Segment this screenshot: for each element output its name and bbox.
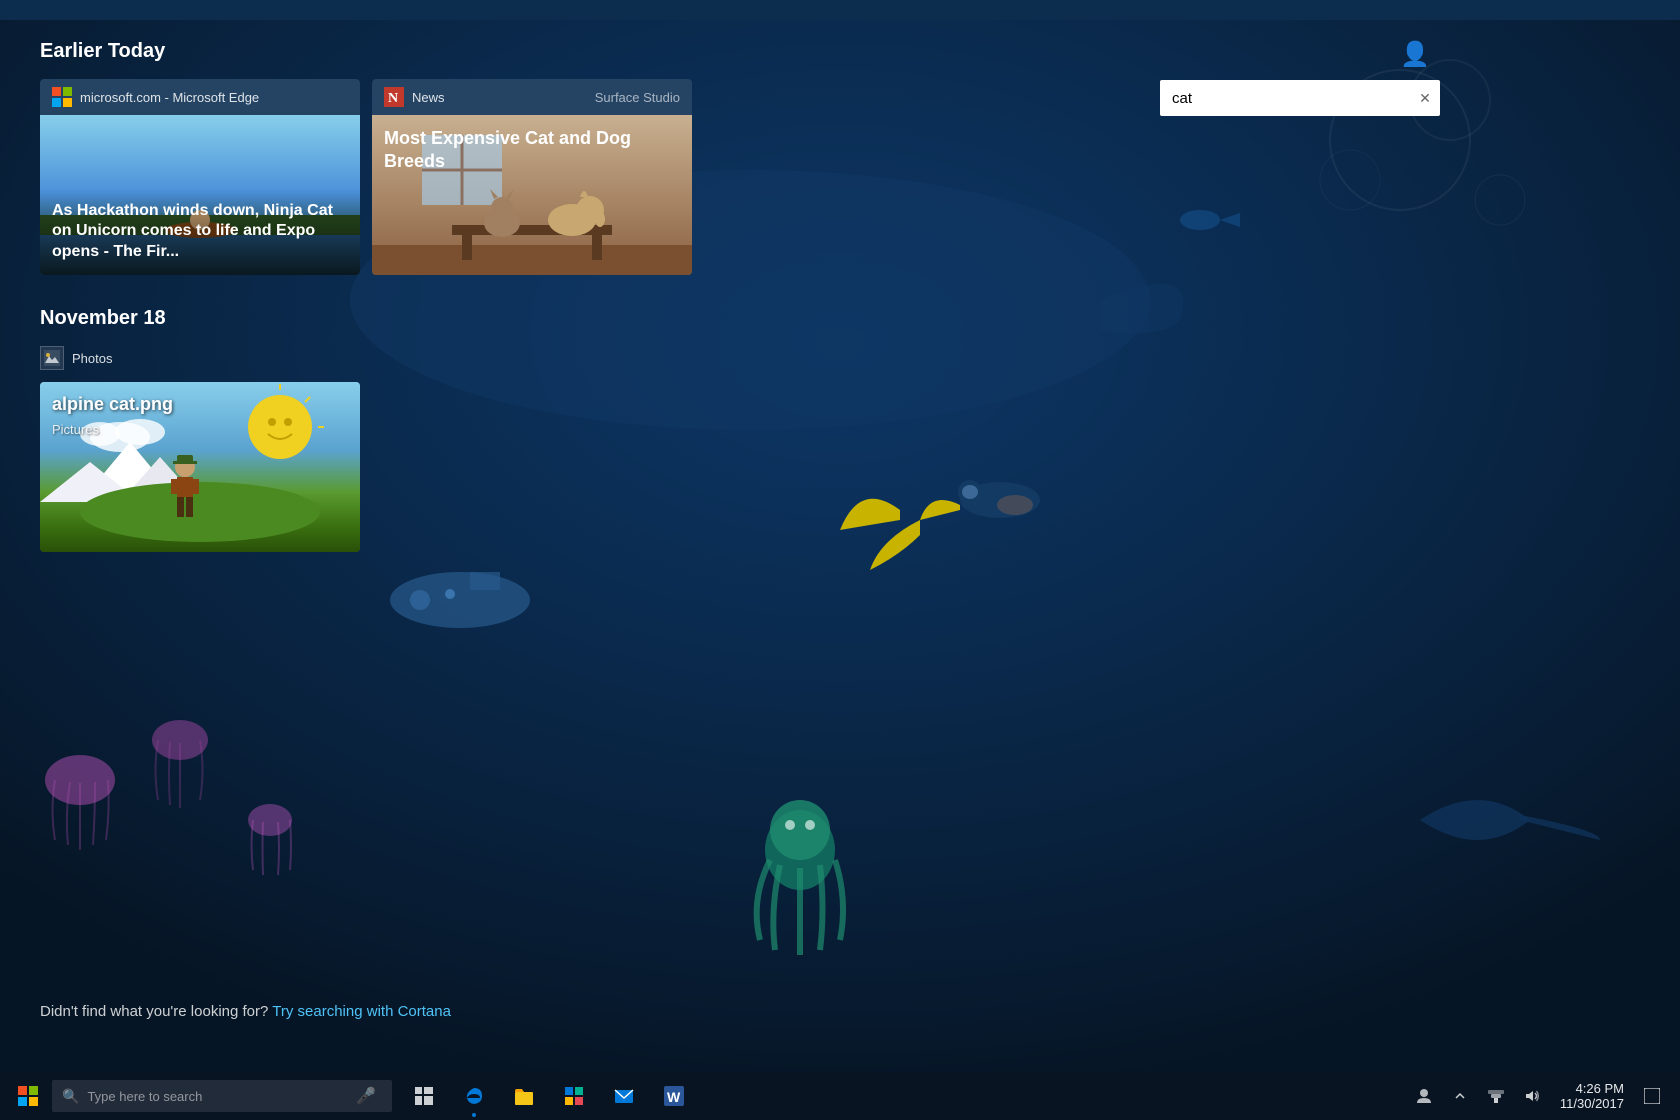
network-icon bbox=[1488, 1088, 1504, 1104]
taskbar-search-icon: 🔍 bbox=[62, 1088, 79, 1105]
november-title: November 18 bbox=[40, 307, 1640, 330]
november-section: November 18 Photos bbox=[40, 307, 1640, 552]
taskbar-date: 11/30/2017 bbox=[1560, 1096, 1624, 1111]
windows-logo bbox=[18, 1086, 38, 1106]
mail-icon bbox=[614, 1086, 634, 1106]
taskbar-mail[interactable] bbox=[600, 1072, 648, 1120]
taskbar-time: 4:26 PM bbox=[1576, 1081, 1624, 1096]
taskbar-chevron-icon[interactable] bbox=[1444, 1080, 1476, 1112]
news-card[interactable]: N News Surface Studio bbox=[372, 79, 692, 275]
taskbar-edge[interactable] bbox=[450, 1072, 498, 1120]
microsoft-icon bbox=[52, 87, 72, 107]
taskbar-system-tray: 4:26 PM 11/30/2017 bbox=[1408, 1072, 1676, 1120]
explorer-icon bbox=[514, 1086, 534, 1106]
win-logo-green bbox=[29, 1086, 38, 1095]
photos-header: Photos bbox=[40, 346, 1640, 370]
edge-card-title: As Hackathon winds down, Ninja Cat on Un… bbox=[52, 201, 348, 263]
edge-card-app-name: microsoft.com - Microsoft Edge bbox=[80, 90, 259, 105]
cortana-search-link[interactable]: Try searching with Cortana bbox=[272, 1003, 451, 1020]
taskbar-volume-icon[interactable] bbox=[1516, 1080, 1548, 1112]
taskbar-apps: W bbox=[400, 1072, 698, 1120]
taskbar-people-icon[interactable] bbox=[1408, 1080, 1440, 1112]
taskbar-network-icon[interactable] bbox=[1480, 1080, 1512, 1112]
taskbar-task-view[interactable] bbox=[400, 1072, 448, 1120]
edge-card-header: microsoft.com - Microsoft Edge bbox=[40, 79, 360, 115]
chevron-icon bbox=[1455, 1091, 1465, 1101]
people-icon bbox=[1416, 1088, 1432, 1104]
photos-label: Photos bbox=[72, 351, 112, 366]
volume-icon bbox=[1524, 1088, 1540, 1104]
taskbar-explorer[interactable] bbox=[500, 1072, 548, 1120]
start-button[interactable] bbox=[4, 1072, 52, 1120]
news-card-thumbnail: Most Expensive Cat and Dog Breeds bbox=[372, 115, 692, 275]
news-card-subtitle: Surface Studio bbox=[595, 90, 680, 105]
alpine-card-subtitle: Pictures bbox=[52, 422, 99, 437]
task-view-icon bbox=[415, 1087, 433, 1105]
taskbar-notification-icon[interactable] bbox=[1636, 1072, 1668, 1120]
news-icon: N bbox=[384, 87, 404, 107]
svg-text:N: N bbox=[388, 91, 398, 106]
taskbar-store[interactable] bbox=[550, 1072, 598, 1120]
alpine-scene: alpine cat.png Pictures bbox=[40, 382, 360, 552]
news-card-header: N News Surface Studio bbox=[372, 79, 692, 115]
photos-icon bbox=[40, 346, 64, 370]
taskbar-clock[interactable]: 4:26 PM 11/30/2017 bbox=[1552, 1081, 1632, 1111]
news-card-app-name: News bbox=[412, 90, 445, 105]
earlier-today-cards: microsoft.com - Microsoft Edge bbox=[40, 79, 1640, 275]
taskbar-search-bar[interactable]: 🔍 Type here to search 🎤 bbox=[52, 1080, 392, 1112]
word-icon: W bbox=[664, 1086, 684, 1106]
news-card-title: Most Expensive Cat and Dog Breeds bbox=[384, 127, 680, 174]
earlier-today-section: Earlier Today microsoft.com - Microsoft … bbox=[40, 40, 1640, 275]
alpine-cat-card[interactable]: alpine cat.png Pictures bbox=[40, 382, 360, 552]
bottom-notice-text: Didn't find what you're looking for? bbox=[40, 1003, 268, 1020]
store-icon bbox=[564, 1086, 584, 1106]
notification-icon bbox=[1644, 1088, 1660, 1104]
news-scene: Most Expensive Cat and Dog Breeds bbox=[372, 115, 692, 275]
main-content: Earlier Today microsoft.com - Microsoft … bbox=[0, 0, 1680, 1080]
taskbar-search-placeholder: Type here to search bbox=[87, 1089, 202, 1104]
win-logo-red bbox=[18, 1086, 27, 1095]
edge-card-thumbnail: As Hackathon winds down, Ninja Cat on Un… bbox=[40, 115, 360, 275]
taskbar-word[interactable]: W bbox=[650, 1072, 698, 1120]
taskbar: 🔍 Type here to search 🎤 bbox=[0, 1072, 1680, 1120]
edge-card-title-overlay: As Hackathon winds down, Ninja Cat on Un… bbox=[40, 189, 360, 275]
bottom-notice: Didn't find what you're looking for? Try… bbox=[40, 1003, 451, 1020]
win-logo-yellow bbox=[29, 1097, 38, 1106]
edge-active-indicator bbox=[472, 1113, 476, 1117]
win-logo-blue bbox=[18, 1097, 27, 1106]
alpine-card-title: alpine cat.png bbox=[52, 394, 173, 415]
edge-card[interactable]: microsoft.com - Microsoft Edge bbox=[40, 79, 360, 275]
svg-text:W: W bbox=[667, 1089, 681, 1105]
taskbar-mic-icon[interactable]: 🎤 bbox=[350, 1080, 382, 1112]
edge-icon bbox=[464, 1086, 484, 1106]
earlier-today-title: Earlier Today bbox=[40, 40, 1640, 63]
